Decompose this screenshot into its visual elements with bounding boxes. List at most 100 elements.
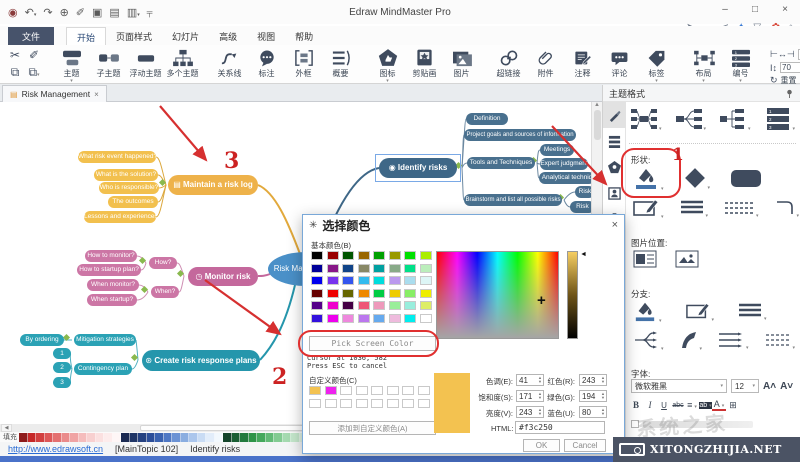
topic-node[interactable]: Who is responsible? xyxy=(99,182,159,194)
dialog-close-icon[interactable]: × xyxy=(612,219,618,231)
paste-icon[interactable]: ⧉▾ xyxy=(24,65,44,82)
attachment-button[interactable]: 附件 xyxy=(527,47,564,79)
imagepos-left-icon[interactable] xyxy=(633,250,657,273)
floating-topic-button[interactable]: 浮动主题 xyxy=(127,47,164,79)
document-tab[interactable]: ▤ Risk Management × xyxy=(2,85,107,102)
topic-node[interactable]: Expert judgment xyxy=(540,158,588,170)
color-swatch[interactable] xyxy=(326,301,339,310)
color-swatch[interactable] xyxy=(291,432,300,442)
font-family-select[interactable]: 微软雅黑 ▾ xyxy=(631,379,727,393)
callout-button[interactable]: 标注 xyxy=(248,47,285,79)
color-swatch[interactable] xyxy=(189,432,198,442)
color-swatch[interactable] xyxy=(214,432,223,442)
color-swatch[interactable] xyxy=(417,398,430,408)
shape-border-icon[interactable]: ▾ xyxy=(633,198,664,223)
value-slider[interactable] xyxy=(567,251,578,339)
slider-arrow-icon[interactable]: ◄ xyxy=(580,251,587,258)
topic-node-identify-risks[interactable]: ◉ Identify risks xyxy=(379,158,457,178)
color-swatch[interactable] xyxy=(311,251,323,260)
font-grow-button[interactable]: A˄ xyxy=(763,381,776,392)
note-button[interactable]: 注释 xyxy=(564,47,601,79)
menu-slides[interactable]: 幻灯片 xyxy=(162,27,209,45)
relationship-button[interactable]: 关系线 xyxy=(211,47,248,79)
shape-linestyle-icon[interactable]: ▾ xyxy=(680,199,708,222)
color-swatch[interactable] xyxy=(417,386,430,395)
color-swatch[interactable] xyxy=(129,432,138,442)
save-icon[interactable]: ▣ xyxy=(92,6,102,19)
color-swatch[interactable] xyxy=(223,432,232,442)
undo-icon[interactable]: ↶▾ xyxy=(25,6,37,19)
italic-button[interactable]: I xyxy=(643,400,657,410)
color-swatch[interactable] xyxy=(311,301,323,310)
color-swatch[interactable] xyxy=(27,432,36,442)
topic-node-monitor-risk[interactable]: ◷ Monitor risk xyxy=(188,267,258,286)
color-swatch[interactable] xyxy=(342,276,354,285)
topic-node[interactable]: What risk event happened? xyxy=(78,151,156,163)
comment-button[interactable]: 评论 xyxy=(601,47,638,79)
clipart-tab[interactable] xyxy=(603,154,626,180)
topic-node[interactable]: When monitor? xyxy=(87,279,139,291)
topic-node[interactable]: Lessons and experiences xyxy=(84,211,156,223)
color-swatch[interactable] xyxy=(402,398,414,408)
layout-mindmap-icon[interactable]: ▾ xyxy=(631,108,662,135)
color-swatch[interactable] xyxy=(172,432,181,442)
color-swatch[interactable] xyxy=(53,432,62,442)
color-swatch[interactable] xyxy=(311,313,323,323)
color-swatch[interactable] xyxy=(386,386,399,395)
multi-topic-button[interactable]: 多个主题 xyxy=(164,47,201,79)
color-swatch[interactable] xyxy=(371,398,383,408)
color-swatch[interactable] xyxy=(342,288,354,298)
topic-node[interactable]: What is the solution? xyxy=(94,169,158,181)
color-swatch[interactable] xyxy=(388,251,401,260)
redo-icon[interactable]: ↷ xyxy=(43,6,52,19)
v-spacing-input[interactable]: 70▲▼ xyxy=(780,62,800,73)
color-swatch[interactable] xyxy=(373,276,385,285)
topic-node[interactable]: Mitigation strategies xyxy=(74,334,136,346)
color-swatch[interactable] xyxy=(386,398,399,408)
color-swatch[interactable] xyxy=(19,432,28,442)
imagepos-full-icon[interactable] xyxy=(675,250,699,273)
topic-node[interactable]: Tools and Techniques xyxy=(467,157,535,169)
color-swatch[interactable] xyxy=(340,386,352,395)
color-swatch[interactable] xyxy=(326,313,339,323)
color-swatch[interactable] xyxy=(404,276,416,285)
import-icon[interactable]: ⊕ xyxy=(60,6,69,19)
color-swatch[interactable] xyxy=(282,432,291,442)
color-swatch[interactable] xyxy=(197,432,206,442)
color-swatch[interactable] xyxy=(231,432,240,442)
menu-help[interactable]: 帮助 xyxy=(285,27,323,45)
color-swatch[interactable] xyxy=(419,288,432,298)
color-swatch[interactable] xyxy=(163,432,172,442)
color-swatch[interactable] xyxy=(138,432,147,442)
topic-node[interactable]: How to monitor? xyxy=(85,250,137,262)
shape-rounded-rect-icon[interactable] xyxy=(730,167,762,194)
picture-button[interactable]: 图片 xyxy=(443,47,480,79)
bold-button[interactable]: B xyxy=(629,400,643,410)
topic-node[interactable]: How? xyxy=(149,257,177,269)
color-swatch[interactable] xyxy=(419,313,432,323)
color-swatch[interactable] xyxy=(324,398,337,408)
color-swatch[interactable] xyxy=(265,432,274,442)
maximize-button[interactable]: □ xyxy=(740,0,770,20)
font-size-select[interactable]: 12 ▾ xyxy=(731,379,759,393)
pick-screen-color-button[interactable]: Pick Screen Color xyxy=(309,336,436,351)
color-swatch[interactable] xyxy=(326,276,339,285)
color-swatch[interactable] xyxy=(311,288,323,298)
print-icon[interactable]: ▤ xyxy=(109,6,119,19)
font-shrink-button[interactable]: A˅ xyxy=(780,381,793,392)
topic-node-create-risk-response[interactable]: ⊛ Create risk response plans xyxy=(142,350,260,371)
layout-list-icon[interactable]: 1 2 3 ▾ xyxy=(765,108,795,135)
branch-style-icon[interactable]: ▾ xyxy=(633,330,664,355)
topic-node[interactable]: Brainstorm and list all possible risks xyxy=(464,194,562,206)
color-swatch[interactable] xyxy=(342,251,354,260)
color-swatch[interactable] xyxy=(146,432,155,442)
color-swatch[interactable] xyxy=(404,313,416,323)
ok-button[interactable]: OK xyxy=(523,439,560,452)
add-custom-color-button[interactable]: 添加到自定义颜色(A) xyxy=(309,421,436,435)
color-swatch[interactable] xyxy=(404,301,416,310)
color-swatch[interactable] xyxy=(419,276,432,285)
color-swatch[interactable] xyxy=(355,386,368,395)
minimize-button[interactable]: – xyxy=(710,0,740,20)
topic-node[interactable]: Contingency plan xyxy=(74,363,132,375)
close-button[interactable]: × xyxy=(770,0,800,20)
